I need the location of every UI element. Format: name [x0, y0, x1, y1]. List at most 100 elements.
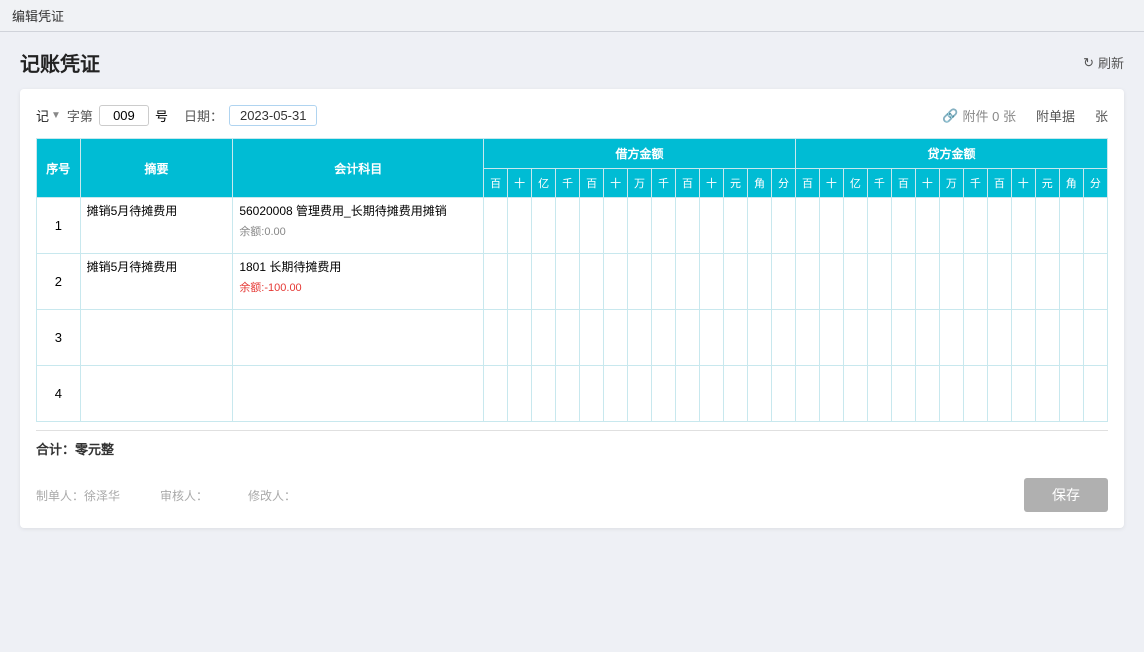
credit-digit-cell[interactable]	[1083, 310, 1107, 366]
debit-digit-cell[interactable]	[556, 198, 580, 254]
debit-digit-cell[interactable]	[604, 366, 628, 422]
table-row[interactable]: 2摊销5月待摊费用1801 长期待摊费用余额:-100.00	[37, 254, 1108, 310]
credit-digit-cell[interactable]	[987, 366, 1011, 422]
debit-digit-cell[interactable]	[532, 366, 556, 422]
account-cell[interactable]: 1801 长期待摊费用余额:-100.00	[233, 254, 484, 310]
debit-digit-cell[interactable]	[771, 254, 795, 310]
credit-digit-cell[interactable]	[1011, 254, 1035, 310]
credit-digit-cell[interactable]	[915, 366, 939, 422]
debit-digit-cell[interactable]	[747, 366, 771, 422]
credit-digit-cell[interactable]	[915, 254, 939, 310]
account-cell[interactable]	[233, 310, 484, 366]
credit-digit-cell[interactable]	[1011, 366, 1035, 422]
summary-cell[interactable]: 摊销5月待摊费用	[80, 198, 233, 254]
credit-digit-cell[interactable]	[963, 254, 987, 310]
debit-digit-cell[interactable]	[628, 366, 652, 422]
refresh-button[interactable]: ↻ 刷新	[1083, 53, 1124, 72]
credit-digit-cell[interactable]	[843, 254, 867, 310]
single-doc-button[interactable]: 附单据	[1036, 106, 1075, 125]
debit-digit-cell[interactable]	[676, 198, 700, 254]
debit-digit-cell[interactable]	[628, 198, 652, 254]
table-row[interactable]: 4	[37, 366, 1108, 422]
credit-digit-cell[interactable]	[891, 254, 915, 310]
credit-digit-cell[interactable]	[963, 198, 987, 254]
table-row[interactable]: 1摊销5月待摊费用56020008 管理费用_长期待摊费用摊销余额:0.00	[37, 198, 1108, 254]
credit-digit-cell[interactable]	[939, 254, 963, 310]
credit-digit-cell[interactable]	[1083, 254, 1107, 310]
debit-digit-cell[interactable]	[652, 198, 676, 254]
debit-digit-cell[interactable]	[604, 198, 628, 254]
debit-digit-cell[interactable]	[508, 366, 532, 422]
credit-digit-cell[interactable]	[843, 310, 867, 366]
credit-digit-cell[interactable]	[819, 198, 843, 254]
debit-digit-cell[interactable]	[676, 366, 700, 422]
credit-digit-cell[interactable]	[1059, 254, 1083, 310]
credit-digit-cell[interactable]	[1035, 198, 1059, 254]
debit-digit-cell[interactable]	[724, 198, 748, 254]
credit-digit-cell[interactable]	[1035, 366, 1059, 422]
debit-digit-cell[interactable]	[700, 310, 724, 366]
credit-digit-cell[interactable]	[939, 198, 963, 254]
voucher-type-select[interactable]: 记 ▼	[36, 106, 61, 125]
credit-digit-cell[interactable]	[1011, 198, 1035, 254]
credit-digit-cell[interactable]	[795, 254, 819, 310]
account-cell[interactable]: 56020008 管理费用_长期待摊费用摊销余额:0.00	[233, 198, 484, 254]
credit-digit-cell[interactable]	[915, 310, 939, 366]
credit-digit-cell[interactable]	[843, 366, 867, 422]
save-button[interactable]: 保存	[1024, 478, 1108, 512]
debit-digit-cell[interactable]	[580, 366, 604, 422]
credit-digit-cell[interactable]	[867, 254, 891, 310]
credit-digit-cell[interactable]	[987, 254, 1011, 310]
credit-digit-cell[interactable]	[843, 198, 867, 254]
debit-digit-cell[interactable]	[652, 366, 676, 422]
credit-digit-cell[interactable]	[1035, 254, 1059, 310]
credit-digit-cell[interactable]	[891, 366, 915, 422]
credit-digit-cell[interactable]	[795, 198, 819, 254]
credit-digit-cell[interactable]	[891, 310, 915, 366]
debit-digit-cell[interactable]	[532, 198, 556, 254]
account-cell[interactable]	[233, 366, 484, 422]
credit-digit-cell[interactable]	[963, 310, 987, 366]
debit-digit-cell[interactable]	[676, 254, 700, 310]
voucher-number-box[interactable]: 009	[99, 105, 149, 126]
debit-digit-cell[interactable]	[484, 310, 508, 366]
debit-digit-cell[interactable]	[771, 366, 795, 422]
credit-digit-cell[interactable]	[867, 310, 891, 366]
debit-digit-cell[interactable]	[556, 254, 580, 310]
debit-digit-cell[interactable]	[628, 310, 652, 366]
summary-cell[interactable]	[80, 366, 233, 422]
credit-digit-cell[interactable]	[1035, 310, 1059, 366]
debit-digit-cell[interactable]	[652, 254, 676, 310]
credit-digit-cell[interactable]	[987, 310, 1011, 366]
credit-digit-cell[interactable]	[915, 198, 939, 254]
debit-digit-cell[interactable]	[604, 310, 628, 366]
credit-digit-cell[interactable]	[819, 254, 843, 310]
summary-cell[interactable]	[80, 310, 233, 366]
debit-digit-cell[interactable]	[580, 310, 604, 366]
credit-digit-cell[interactable]	[1059, 198, 1083, 254]
debit-digit-cell[interactable]	[652, 310, 676, 366]
debit-digit-cell[interactable]	[724, 366, 748, 422]
table-row[interactable]: 3	[37, 310, 1108, 366]
summary-cell[interactable]: 摊销5月待摊费用	[80, 254, 233, 310]
debit-digit-cell[interactable]	[747, 310, 771, 366]
credit-digit-cell[interactable]	[1059, 366, 1083, 422]
credit-digit-cell[interactable]	[867, 198, 891, 254]
debit-digit-cell[interactable]	[700, 198, 724, 254]
credit-digit-cell[interactable]	[963, 366, 987, 422]
credit-digit-cell[interactable]	[1011, 310, 1035, 366]
debit-digit-cell[interactable]	[532, 254, 556, 310]
debit-digit-cell[interactable]	[700, 254, 724, 310]
debit-digit-cell[interactable]	[628, 254, 652, 310]
credit-digit-cell[interactable]	[939, 366, 963, 422]
debit-digit-cell[interactable]	[747, 198, 771, 254]
credit-digit-cell[interactable]	[795, 366, 819, 422]
date-input[interactable]: 2023-05-31	[229, 105, 318, 126]
debit-digit-cell[interactable]	[508, 310, 532, 366]
debit-digit-cell[interactable]	[580, 254, 604, 310]
credit-digit-cell[interactable]	[819, 310, 843, 366]
credit-digit-cell[interactable]	[1083, 198, 1107, 254]
debit-digit-cell[interactable]	[604, 254, 628, 310]
debit-digit-cell[interactable]	[508, 198, 532, 254]
credit-digit-cell[interactable]	[939, 310, 963, 366]
